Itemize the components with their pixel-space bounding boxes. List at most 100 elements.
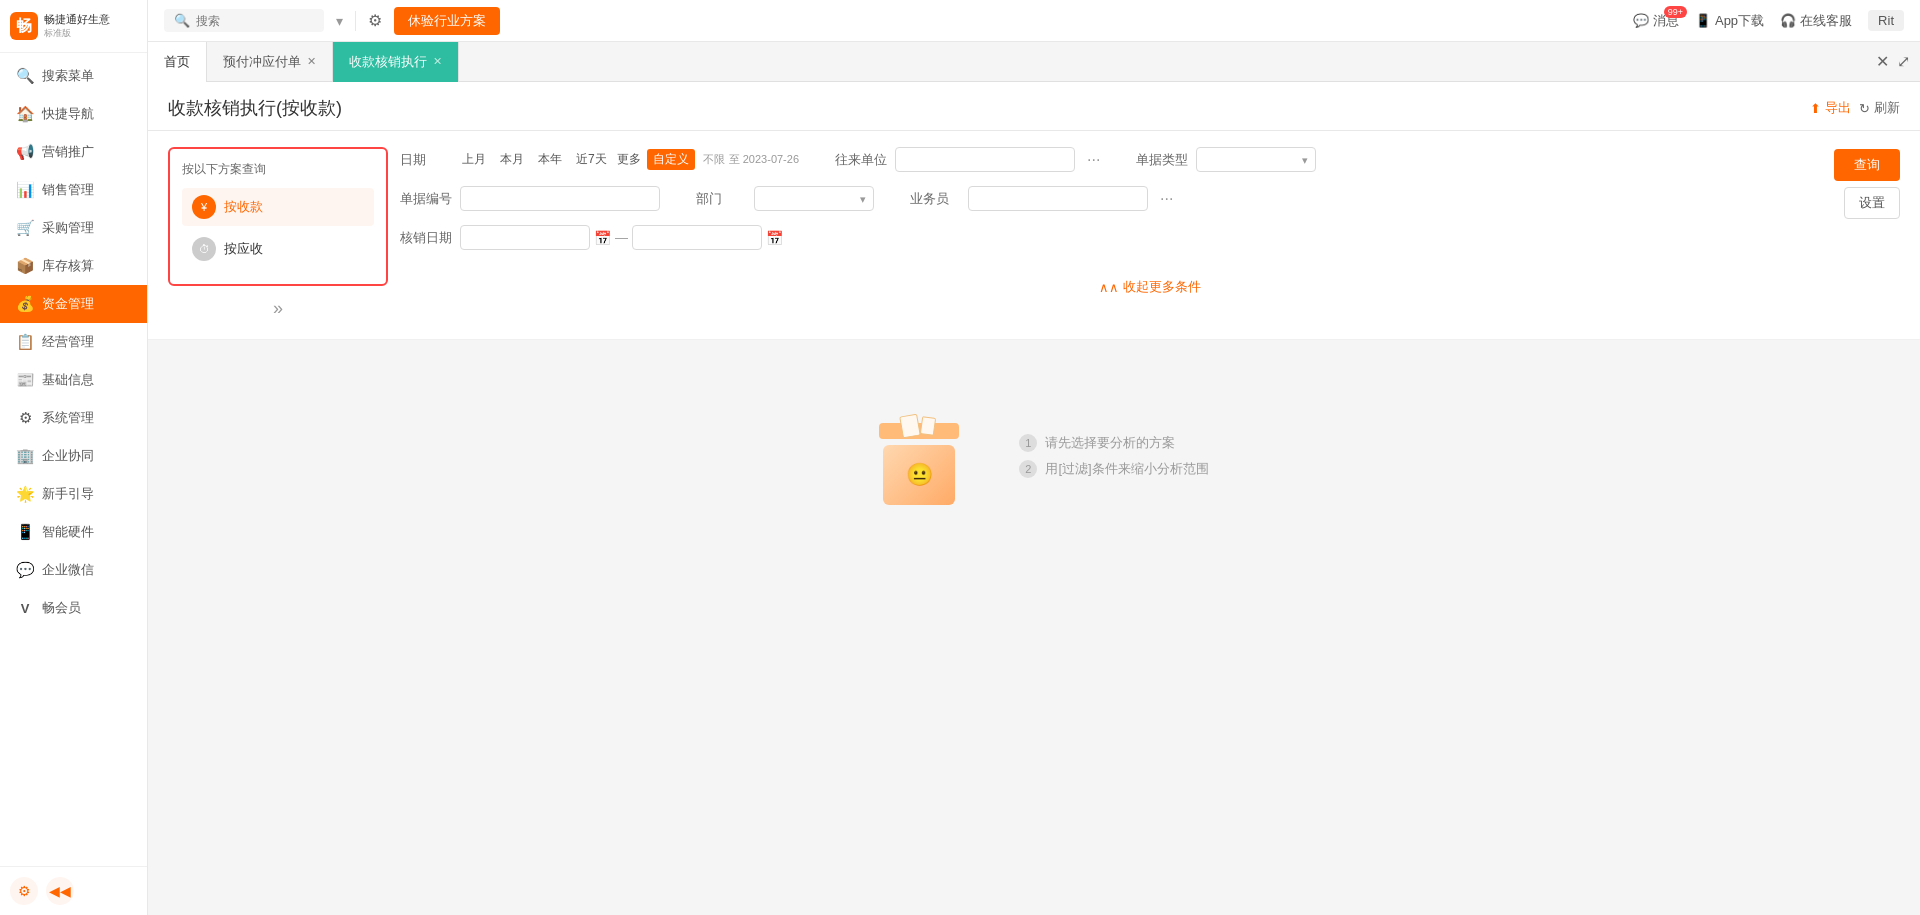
- topbar-search-input[interactable]: [196, 14, 296, 28]
- sidebar-item-marketing[interactable]: 📢 营销推广: [0, 133, 147, 171]
- counterpart-input[interactable]: [895, 147, 1075, 172]
- sidebar-item-search[interactable]: 🔍 搜索菜单: [0, 57, 147, 95]
- sidebar: 畅 畅捷通好生意 标准版 🔍 搜索菜单 🏠 快捷导航 📢 营销推广 📊 销售管理…: [0, 0, 148, 915]
- page-content: 收款核销执行(按收款) ⬆ 导出 ↻ 刷新 按以下方案查询 ¥: [148, 82, 1920, 915]
- tab-receivable-close-icon[interactable]: ✕: [433, 55, 442, 68]
- filter-area: 按以下方案查询 ¥ 按收款 ⏱ 按应收 »: [148, 131, 1920, 339]
- empty-hints: 1 请先选择要分析的方案 2 用[过滤]条件来缩小分析范围: [1019, 434, 1208, 486]
- service-icon: 🎧: [1780, 13, 1796, 28]
- date-group: 上月 本月 本年 近7天 更多 自定义: [458, 149, 695, 170]
- filter-panel: 日期 上月 本月 本年 近7天 更多 自定义: [400, 147, 1900, 323]
- sidebar-item-label: 智能硬件: [42, 523, 94, 541]
- query-button[interactable]: 查询: [1834, 149, 1900, 181]
- search-icon: 🔍: [174, 13, 190, 28]
- filter-option-receipt[interactable]: ¥ 按收款: [182, 188, 374, 226]
- setting-button[interactable]: 设置: [1844, 187, 1900, 219]
- sidebar-item-label: 快捷导航: [42, 105, 94, 123]
- writeoff-date-end-input[interactable]: 2023-07-21: [632, 225, 762, 250]
- calendar-start-icon[interactable]: 📅: [594, 230, 611, 246]
- gear-icon[interactable]: ⚙: [368, 11, 382, 30]
- date-more-btn[interactable]: 更多: [617, 151, 641, 168]
- receipt-option-label: 按收款: [224, 198, 263, 216]
- date-btn-this-month[interactable]: 本月: [496, 149, 528, 170]
- staff-dots-btn[interactable]: ···: [1160, 190, 1173, 208]
- user-profile[interactable]: Rit: [1868, 10, 1904, 31]
- export-button[interactable]: ⬆ 导出: [1810, 99, 1851, 117]
- hint-2: 2 用[过滤]条件来缩小分析范围: [1019, 460, 1208, 478]
- sidebar-item-base-info[interactable]: 📰 基础信息: [0, 361, 147, 399]
- writeoff-date-start-input[interactable]: 2023-03-01: [460, 225, 590, 250]
- collapse-sidebar-btn[interactable]: ◀◀: [46, 877, 74, 905]
- date-btn-7days[interactable]: 近7天: [572, 149, 611, 170]
- calendar-end-icon[interactable]: 📅: [766, 230, 783, 246]
- date-custom-btn[interactable]: 自定义: [647, 149, 695, 170]
- counterpart-dots-btn[interactable]: ···: [1087, 151, 1100, 169]
- sidebar-item-guide[interactable]: 🌟 新手引导: [0, 475, 147, 513]
- sidebar-item-label: 库存核算: [42, 257, 94, 275]
- topbar-search-wrap[interactable]: 🔍: [164, 9, 324, 32]
- finance-icon: 💰: [16, 295, 34, 313]
- sidebar-item-wechat[interactable]: 💬 企业微信: [0, 551, 147, 589]
- tab-prepay-close-icon[interactable]: ✕: [307, 55, 316, 68]
- tab-receivable[interactable]: 收款核销执行 ✕: [333, 42, 459, 82]
- sidebar-item-sys-mgmt[interactable]: ⚙ 系统管理: [0, 399, 147, 437]
- date-field: 日期 上月 本月 本年 近7天 更多 自定义: [400, 149, 799, 170]
- filter-box: 按以下方案查询 ¥ 按收款 ⏱ 按应收: [168, 147, 388, 286]
- logo-title: 畅捷通好生意: [44, 12, 110, 26]
- writeoff-date-label: 核销日期: [400, 229, 452, 247]
- inventory-icon: 📦: [16, 257, 34, 275]
- hint-num-2: 2: [1019, 460, 1037, 478]
- empty-state-inner: 😐 1 请先选择要分析的方案: [859, 400, 1208, 520]
- date-range-display: 不限 至 2023-07-26: [703, 152, 799, 167]
- sys-mgmt-icon: ⚙: [16, 409, 34, 427]
- filter-sidebar-collapse-btn[interactable]: »: [269, 294, 287, 323]
- marketing-icon: 📢: [16, 143, 34, 161]
- sidebar-menu: 🔍 搜索菜单 🏠 快捷导航 📢 营销推广 📊 销售管理 🛒 采购管理 📦 库存核…: [0, 53, 147, 866]
- staff-input[interactable]: [968, 186, 1148, 211]
- doc-type-label: 单据类型: [1136, 151, 1188, 169]
- sidebar-item-sales[interactable]: 📊 销售管理: [0, 171, 147, 209]
- settings-bottom-btn[interactable]: ⚙: [10, 877, 38, 905]
- collapse-more-button[interactable]: ∧∧ 收起更多条件: [1099, 278, 1201, 296]
- date-dash: —: [615, 230, 628, 245]
- message-button[interactable]: 💬 消息 99+: [1633, 12, 1679, 30]
- export-label: 导出: [1825, 99, 1851, 117]
- tab-home-label: 首页: [164, 53, 190, 71]
- export-icon: ⬆: [1810, 101, 1821, 116]
- sidebar-item-member[interactable]: V 畅会员: [0, 589, 147, 627]
- sidebar-item-smart-hw[interactable]: 📱 智能硬件: [0, 513, 147, 551]
- app-logo: 畅 畅捷通好生意 标准版: [0, 0, 147, 53]
- tab-prepay[interactable]: 预付冲应付单 ✕: [207, 42, 333, 82]
- writeoff-date-field: 核销日期 2023-03-01 📅 — 2023-07-21 📅: [400, 225, 783, 250]
- tab-expand-btn[interactable]: ⤢: [1897, 52, 1910, 71]
- collapse-icon: ∧∧: [1099, 280, 1119, 295]
- filter-option-receivable[interactable]: ⏱ 按应收: [182, 230, 374, 268]
- date-to-text: 至 2023-07-26: [729, 152, 799, 167]
- sidebar-item-inventory[interactable]: 📦 库存核算: [0, 247, 147, 285]
- date-btn-last-month[interactable]: 上月: [458, 149, 490, 170]
- tab-close-btn[interactable]: ✕: [1876, 52, 1889, 71]
- sidebar-item-finance[interactable]: 💰 资金管理: [0, 285, 147, 323]
- sidebar-item-biz-mgmt[interactable]: 📋 经营管理: [0, 323, 147, 361]
- topbar-dropdown-icon[interactable]: ▾: [336, 13, 343, 29]
- wechat-icon: 💬: [16, 561, 34, 579]
- sidebar-item-quick-nav[interactable]: 🏠 快捷导航: [0, 95, 147, 133]
- search-menu-icon: 🔍: [16, 67, 34, 85]
- online-service-button[interactable]: 🎧 在线客服: [1780, 12, 1852, 30]
- sidebar-item-label: 采购管理: [42, 219, 94, 237]
- dept-select[interactable]: [754, 186, 874, 211]
- sidebar-item-label: 系统管理: [42, 409, 94, 427]
- app-download-label: App下载: [1715, 12, 1764, 30]
- date-btn-this-year[interactable]: 本年: [534, 149, 566, 170]
- tab-home[interactable]: 首页: [148, 42, 207, 82]
- refresh-button[interactable]: ↻ 刷新: [1859, 99, 1900, 117]
- sidebar-item-purchase[interactable]: 🛒 采购管理: [0, 209, 147, 247]
- doc-type-select[interactable]: [1196, 147, 1316, 172]
- biz-mgmt-icon: 📋: [16, 333, 34, 351]
- receivable-option-label: 按应收: [224, 240, 263, 258]
- solution-button[interactable]: 休验行业方案: [394, 7, 500, 35]
- tab-prepay-label: 预付冲应付单: [223, 53, 301, 71]
- app-download-button[interactable]: 📱 App下载: [1695, 12, 1764, 30]
- sidebar-item-enterprise[interactable]: 🏢 企业协同: [0, 437, 147, 475]
- doc-no-input[interactable]: [460, 186, 660, 211]
